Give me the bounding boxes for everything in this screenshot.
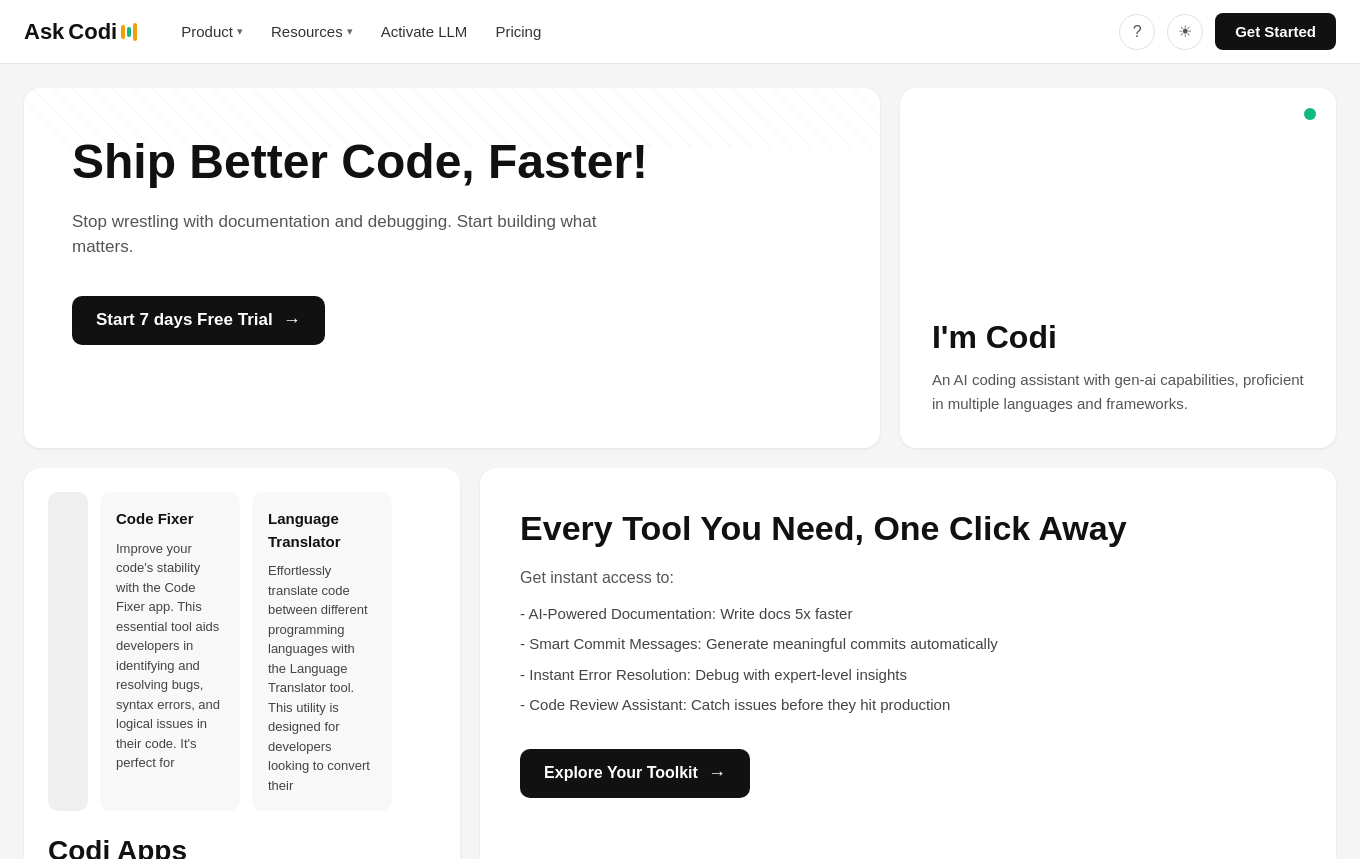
tools-list-item: - Instant Error Resolution: Debug with e… [520,660,1296,691]
top-row: Ship Better Code, Faster! Stop wrestling… [24,88,1336,448]
tools-list-item: - AI-Powered Documentation: Write docs 5… [520,599,1296,630]
nav-activate-llm[interactable]: Activate LLM [369,15,480,48]
explore-arrow-icon: → [708,763,726,784]
help-button[interactable]: ? [1119,14,1155,50]
hero-title: Ship Better Code, Faster! [72,136,832,189]
tools-card: Every Tool You Need, One Click Away Get … [480,468,1336,859]
codi-description: An AI coding assistant with gen-ai capab… [932,368,1304,416]
product-chevron-icon: ▾ [237,25,243,38]
tools-list-item: - Smart Commit Messages: Generate meanin… [520,629,1296,660]
sun-icon: ☀ [1178,22,1192,41]
code-fixer-description: Improve your code's stability with the C… [116,539,224,773]
nav-links: Product ▾ Resources ▾ Activate LLM Prici… [169,15,553,48]
page-content: Ship Better Code, Faster! Stop wrestling… [0,64,1360,859]
svg-line-41 [832,88,880,148]
language-translator-title: Language Translator [268,508,376,553]
tools-list: - AI-Powered Documentation: Write docs 5… [520,599,1296,721]
tools-list-item: - Code Review Assistant: Catch issues be… [520,690,1296,721]
trial-button[interactable]: Start 7 days Free Trial → [72,296,325,345]
svg-line-43 [872,88,880,108]
language-translator-description: Effortlessly translate code between diff… [268,561,376,795]
nav-resources[interactable]: Resources ▾ [259,15,365,48]
help-icon: ? [1133,23,1142,41]
logo[interactable]: Ask Codi [24,19,137,45]
tools-intro: Get instant access to: [520,569,1296,587]
code-fixer-card: Code Fixer Improve your code's stability… [100,492,240,811]
navbar: Ask Codi Product ▾ Resources ▾ Activate … [0,0,1360,64]
logo-bar-2 [127,27,131,37]
tools-title: Every Tool You Need, One Click Away [520,508,1296,549]
codi-card: I'm Codi An AI coding assistant with gen… [900,88,1336,448]
nav-pricing-label: Pricing [495,23,541,40]
apps-label: Codi Apps [48,835,436,859]
apps-cards-row: Code Fixer Improve your code's stability… [48,492,436,811]
nav-product[interactable]: Product ▾ [169,15,255,48]
hero-subtitle: Stop wrestling with documentation and de… [72,209,632,260]
logo-bar-1 [121,25,125,39]
nav-product-label: Product [181,23,233,40]
logo-bars [121,23,137,41]
resources-chevron-icon: ▾ [347,25,353,38]
apps-card: Code Fixer Improve your code's stability… [24,468,460,859]
mini-card-placeholder [48,492,88,811]
nav-right: ? ☀ Get Started [1119,13,1336,50]
online-status-dot [1304,108,1316,120]
get-started-button[interactable]: Get Started [1215,13,1336,50]
nav-resources-label: Resources [271,23,343,40]
arrow-icon: → [283,310,301,331]
explore-button-label: Explore Your Toolkit [544,764,698,782]
hero-content: Ship Better Code, Faster! Stop wrestling… [72,136,832,345]
code-fixer-title: Code Fixer [116,508,224,531]
codi-name: I'm Codi [932,319,1304,356]
nav-activate-llm-label: Activate LLM [381,23,468,40]
language-translator-card: Language Translator Effortlessly transla… [252,492,392,811]
nav-left: Ask Codi Product ▾ Resources ▾ Activate … [24,15,553,48]
svg-line-0 [24,88,72,148]
svg-line-42 [852,88,880,128]
logo-codi-text: Codi [68,19,117,45]
hero-card: Ship Better Code, Faster! Stop wrestling… [24,88,880,448]
logo-ask-text: Ask [24,19,64,45]
trial-button-label: Start 7 days Free Trial [96,310,273,330]
theme-toggle-button[interactable]: ☀ [1167,14,1203,50]
nav-pricing[interactable]: Pricing [483,15,553,48]
explore-button[interactable]: Explore Your Toolkit → [520,749,750,798]
bottom-row: Code Fixer Improve your code's stability… [24,468,1336,859]
logo-bar-3 [133,23,137,41]
